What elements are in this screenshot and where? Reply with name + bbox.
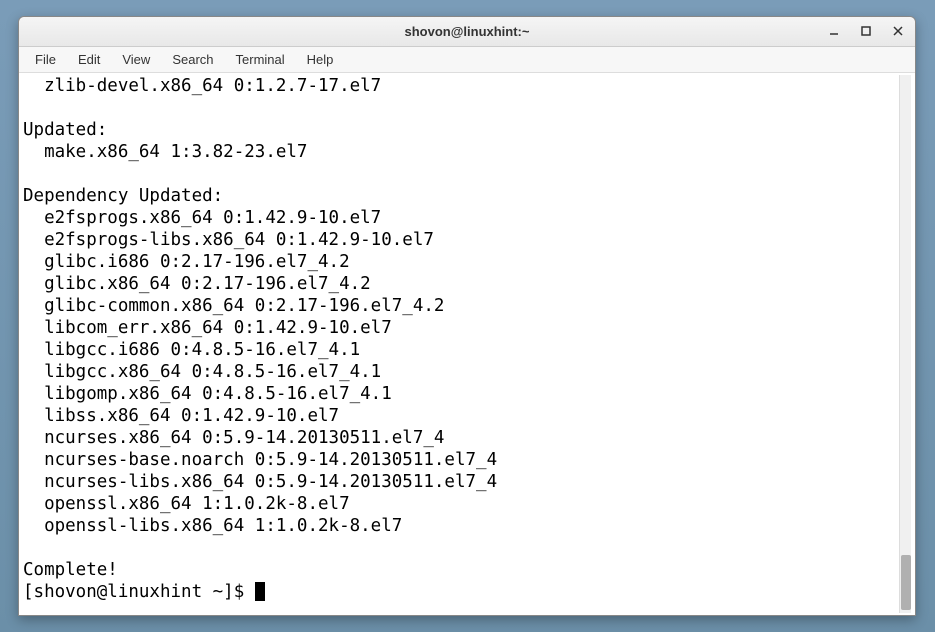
minimize-button[interactable]: [823, 21, 845, 41]
minimize-icon: [829, 26, 839, 36]
terminal-area[interactable]: zlib-devel.x86_64 0:1.2.7-17.el7 Updated…: [19, 73, 915, 615]
maximize-button[interactable]: [855, 21, 877, 41]
menu-search[interactable]: Search: [162, 49, 223, 70]
scrollbar-thumb[interactable]: [901, 555, 911, 610]
window-title: shovon@linuxhint:~: [405, 24, 530, 39]
terminal-window: shovon@linuxhint:~ File Edit View Search…: [18, 16, 916, 616]
menu-help[interactable]: Help: [297, 49, 344, 70]
window-controls: [823, 21, 909, 41]
menubar: File Edit View Search Terminal Help: [19, 47, 915, 73]
menu-file[interactable]: File: [25, 49, 66, 70]
maximize-icon: [861, 26, 871, 36]
close-button[interactable]: [887, 21, 909, 41]
menu-view[interactable]: View: [112, 49, 160, 70]
menu-terminal[interactable]: Terminal: [226, 49, 295, 70]
menu-edit[interactable]: Edit: [68, 49, 110, 70]
scrollbar[interactable]: [899, 75, 911, 613]
close-icon: [893, 26, 903, 36]
terminal-cursor: [255, 582, 265, 601]
terminal-content[interactable]: zlib-devel.x86_64 0:1.2.7-17.el7 Updated…: [23, 75, 899, 613]
terminal-prompt: [shovon@linuxhint ~]$: [23, 582, 255, 602]
titlebar: shovon@linuxhint:~: [19, 17, 915, 47]
